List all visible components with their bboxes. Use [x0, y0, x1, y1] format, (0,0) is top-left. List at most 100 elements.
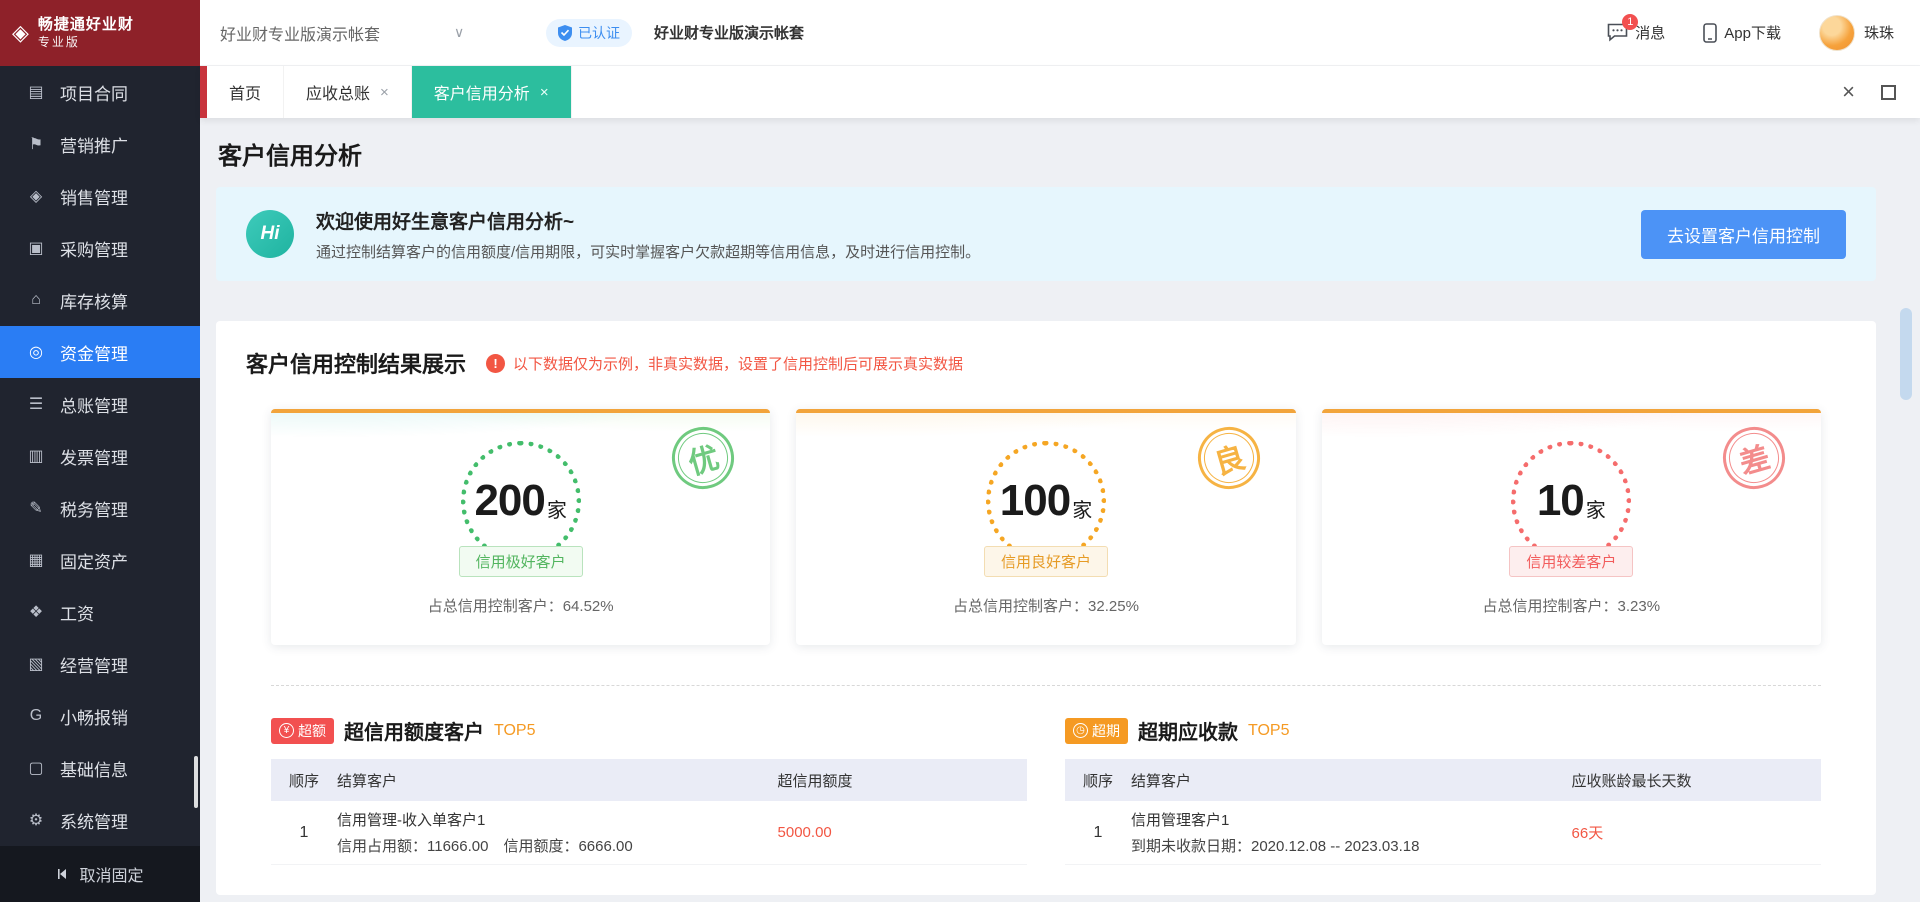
tab-credit-analysis[interactable]: 客户信用分析 ×: [411, 66, 572, 118]
close-icon[interactable]: ×: [540, 84, 549, 101]
chevron-down-icon: ∨: [454, 24, 465, 40]
ledger-icon: ☰: [28, 396, 44, 413]
table-row[interactable]: 1 信用管理客户1 到期未收款日期：2020.12.08 -- 2023.03.…: [1065, 801, 1821, 865]
overdue-title: 超期应收款: [1138, 722, 1238, 744]
unpin-button[interactable]: 取消固定: [0, 846, 200, 902]
tab-label: 客户信用分析: [433, 86, 530, 103]
brand-edition: 专业版: [37, 34, 80, 49]
sidebar-item-system[interactable]: ⚙ 系统管理: [0, 794, 200, 846]
sidebar-item-purchase[interactable]: ▣ 采购管理: [0, 222, 200, 274]
certified-label: 已认证: [578, 24, 620, 41]
tab-home[interactable]: 首页: [207, 66, 285, 118]
tab-receivable-ledger[interactable]: 应收总账 ×: [284, 66, 412, 118]
result-panel-header: 客户信用控制结果展示 ! 以下数据仅为示例，非真实数据，设置了信用控制后可展示真…: [246, 347, 1846, 379]
sidebar-item-label: 总账管理: [60, 396, 128, 416]
unpin-icon: [56, 867, 70, 881]
over-credit-tag: ¥ 超额: [271, 717, 334, 744]
hi-icon: Hi: [246, 210, 294, 258]
row-index: 1: [299, 823, 309, 841]
topbar-actions: 1 消息 App下载 珠珠: [1607, 14, 1894, 51]
warning-icon: !: [486, 353, 506, 373]
user-name: 珠珠: [1863, 25, 1894, 42]
certified-badge: 已认证: [546, 18, 632, 47]
close-all-icon[interactable]: ×: [1842, 81, 1855, 103]
tax-icon: ✎: [29, 500, 43, 517]
sidebar-item-operation[interactable]: ▧ 经营管理: [0, 638, 200, 690]
close-icon[interactable]: ×: [380, 84, 389, 101]
project-contract-icon: ▤: [28, 84, 44, 101]
sales-icon: ◈: [29, 188, 43, 205]
sidebar-item-inventory[interactable]: ⌂ 库存核算: [0, 274, 200, 326]
sidebar-item-label: 系统管理: [60, 812, 128, 832]
welcome-text: 欢迎使用好生意客户信用分析~ 通过控制结算客户的信用额度/信用期限，可实时掌握客…: [316, 207, 980, 262]
count-value: 200: [474, 476, 545, 525]
account-dropdown-value: 好业财专业版演示帐套: [220, 26, 381, 44]
sidebar-item-funds[interactable]: ◎ 资金管理: [0, 326, 200, 378]
sidebar-scrollbar[interactable]: [194, 756, 198, 808]
basic-info-icon: ▢: [28, 760, 44, 777]
sidebar-item-expense[interactable]: G 小畅报销: [0, 690, 200, 742]
tabbar-accent: [200, 66, 207, 118]
welcome-banner: Hi 欢迎使用好生意客户信用分析~ 通过控制结算客户的信用额度/信用期限，可实时…: [216, 187, 1876, 281]
brand-icon: ◈: [12, 20, 29, 45]
account-dropdown[interactable]: 好业财专业版演示帐套 ∨: [220, 21, 520, 45]
system-icon: ⚙: [28, 812, 44, 829]
over-credit-header: ¥ 超额 超信用额度客户 TOP5: [271, 716, 1027, 745]
brand-text: 畅捷通好业财 专业版: [38, 16, 134, 50]
sidebar-item-ledger[interactable]: ☰ 总账管理: [0, 378, 200, 430]
unpin-label: 取消固定: [79, 868, 144, 885]
overdue-header: ◷ 超期 超期应收款 TOP5: [1065, 716, 1821, 745]
stamp-excellent-icon: 优: [664, 419, 742, 497]
count-unit: 家: [1585, 499, 1606, 522]
messages-button[interactable]: 1 消息: [1607, 14, 1665, 43]
sidebar-item-marketing[interactable]: ⚑ 营销推广: [0, 118, 200, 170]
setup-credit-control-button[interactable]: 去设置客户信用控制: [1641, 209, 1846, 259]
credit-coin-icon: ¥: [279, 723, 294, 738]
sidebar-item-label: 销售管理: [60, 188, 128, 208]
account-name: 好业财专业版演示帐套: [654, 25, 805, 42]
fullscreen-icon[interactable]: [1881, 84, 1896, 100]
fixed-assets-icon: ▦: [28, 552, 44, 569]
share-text: 占总信用控制客户：3.23%: [1482, 598, 1661, 615]
sidebar-item-fixed-assets[interactable]: ▦ 固定资产: [0, 534, 200, 586]
count-value: 100: [999, 476, 1071, 525]
table-row[interactable]: 1 信用管理-收入单客户1 信用占用额：11666.00 信用额度：6666.0…: [271, 801, 1027, 865]
over-credit-title: 超信用额度客户: [344, 722, 484, 744]
inventory-icon: ⌂: [31, 291, 41, 308]
page-title: 客户信用分析: [218, 143, 362, 170]
sidebar-item-label: 小畅报销: [60, 708, 128, 728]
share-text: 占总信用控制客户：64.52%: [427, 598, 614, 615]
sidebar-item-project-contract[interactable]: ▤ 项目合同: [0, 66, 200, 118]
sidebar-item-basic-info[interactable]: ▢ 基础信息: [0, 742, 200, 794]
result-panel: 客户信用控制结果展示 ! 以下数据仅为示例，非真实数据，设置了信用控制后可展示真…: [216, 321, 1876, 895]
overdue-receivable-table: ◷ 超期 超期应收款 TOP5 顺序 结算客户 应收账龄最长天数 1 信用管理客…: [1065, 716, 1821, 865]
marketing-icon: ⚑: [28, 136, 44, 153]
sidebar-item-invoice[interactable]: ▥ 发票管理: [0, 430, 200, 482]
content-scrollbar[interactable]: [1900, 308, 1912, 400]
payroll-icon: ❖: [28, 604, 44, 621]
credit-cards-row: 优 200 家 信用极好客户 占总信用控制客户：64.52% 良 100 家 信…: [271, 409, 1821, 645]
brand-name: 畅捷通好业财: [37, 16, 134, 34]
sidebar-item-label: 税务管理: [60, 500, 128, 520]
brand-logo: ◈ 畅捷通好业财 专业版: [0, 0, 200, 66]
credit-card-poor: 差 10 家 信用较差客户 占总信用控制客户：3.23%: [1321, 409, 1821, 645]
sidebar-item-sales[interactable]: ◈ 销售管理: [0, 170, 200, 222]
app-download-button[interactable]: App下载: [1703, 22, 1781, 43]
sidebar: ◈ 畅捷通好业财 专业版 ▤ 项目合同 ⚑ 营销推广 ◈ 销售管理 ▣ 采购管理…: [0, 0, 200, 902]
overdue-tag: ◷ 超期: [1065, 717, 1128, 744]
sidebar-item-label: 营销推广: [60, 136, 128, 156]
sidebar-item-label: 固定资产: [60, 552, 128, 572]
app-download-label: App下载: [1724, 25, 1781, 42]
table-header: 顺序 结算客户 应收账龄最长天数: [1065, 759, 1821, 801]
gauge-good: 100 家: [985, 441, 1106, 561]
sidebar-item-label: 采购管理: [60, 240, 128, 260]
content-area: 客户信用分析 Hi 欢迎使用好生意客户信用分析~ 通过控制结算客户的信用额度/信…: [200, 118, 1920, 902]
row-customer: 信用管理客户1 到期未收款日期：2020.12.08 -- 2023.03.18: [1131, 812, 1420, 855]
share-text: 占总信用控制客户：32.25%: [953, 598, 1139, 615]
shield-icon: [558, 24, 572, 41]
row-customer: 信用管理-收入单客户1 信用占用额：11666.00 信用额度：6666.00: [337, 812, 633, 855]
sidebar-nav: ▤ 项目合同 ⚑ 营销推广 ◈ 销售管理 ▣ 采购管理 ⌂ 库存核算 ◎ 资金管…: [0, 66, 200, 902]
sidebar-item-tax[interactable]: ✎ 税务管理: [0, 482, 200, 534]
sidebar-item-payroll[interactable]: ❖ 工资: [0, 586, 200, 638]
user-menu[interactable]: 珠珠: [1818, 14, 1894, 51]
